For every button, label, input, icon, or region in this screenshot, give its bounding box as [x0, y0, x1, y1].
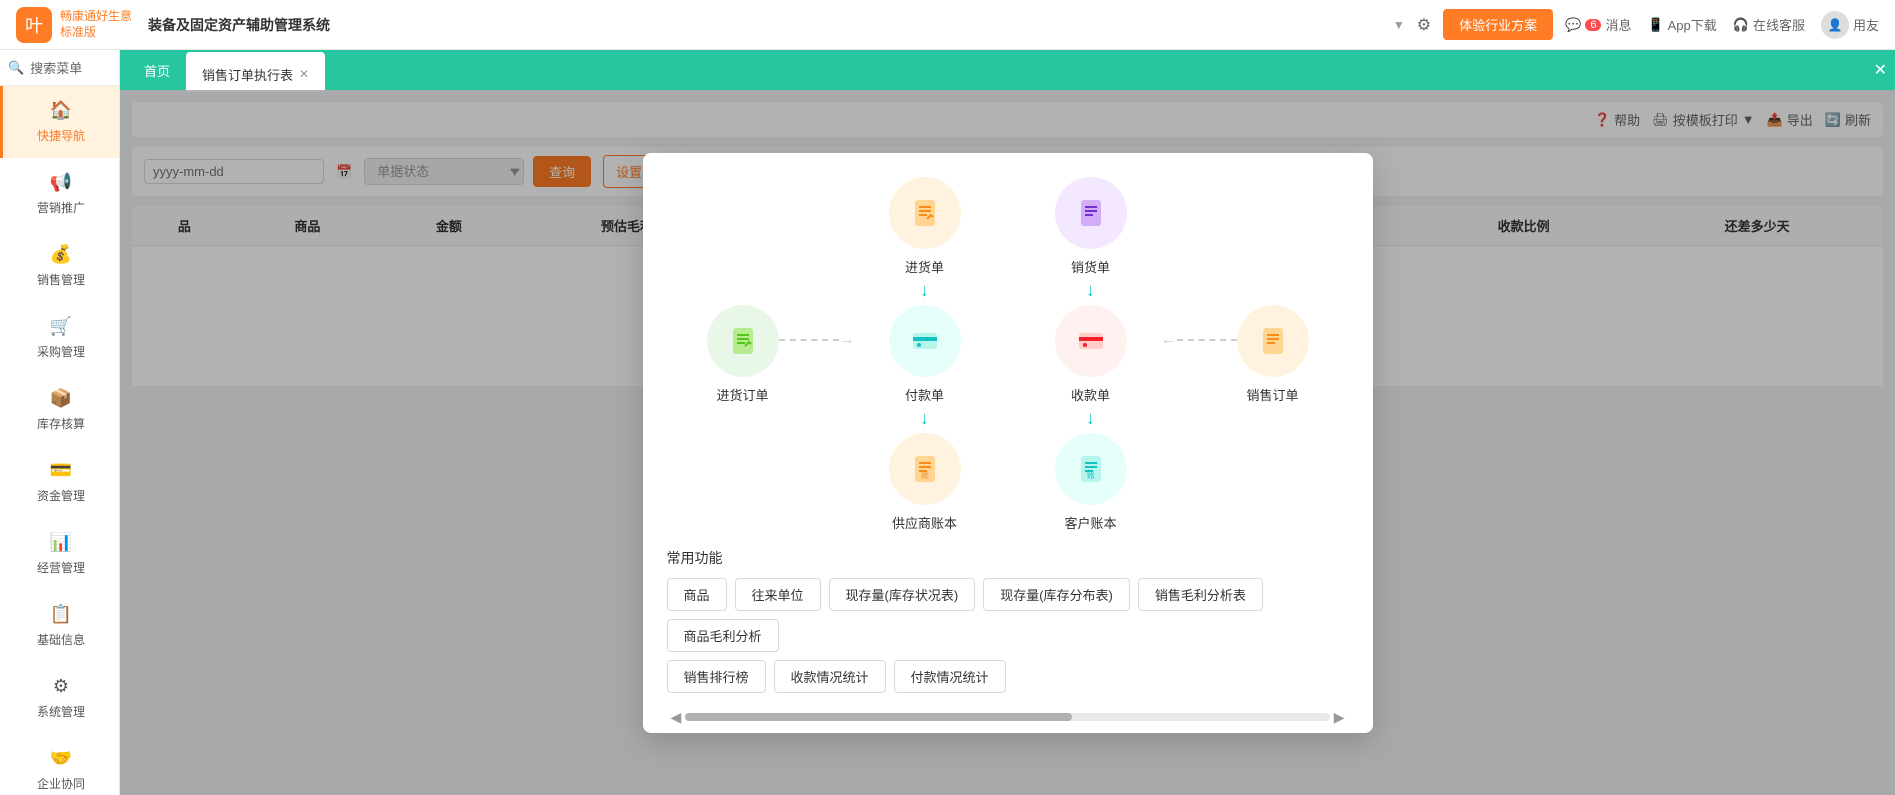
- sales-order-icon: [1237, 305, 1309, 377]
- online-service-icon: 🎧: [1733, 17, 1749, 33]
- app-container: 叶 畅康通好生意 标准版 装备及固定资产辅助管理系统 ▼ ⚙ 体验行业方案 💬 …: [0, 0, 1895, 795]
- sidebar-item-operations[interactable]: 📊 经营管理: [0, 518, 119, 590]
- system-title: 装备及固定资产辅助管理系统: [148, 15, 1381, 35]
- basic-info-icon: 📋: [50, 604, 72, 625]
- common-functions: 常用功能 商品 往来单位 现存量(库存状况表) 现存量(库存分布表) 销售毛利分…: [667, 548, 1349, 693]
- supplier-ledger-icon: 账: [889, 433, 961, 505]
- sidebar-item-marketing[interactable]: 📢 营销推广: [0, 158, 119, 230]
- flow-node-purchase-bill[interactable]: 进货单: [855, 177, 995, 276]
- settings-icon[interactable]: ⚙: [1417, 15, 1431, 35]
- scroll-right-icon[interactable]: ▶: [1330, 709, 1349, 726]
- search-icon: 🔍: [8, 60, 24, 76]
- arrow-down-sales: ↓: [1086, 280, 1095, 301]
- inventory-icon: 📦: [50, 388, 72, 409]
- tab-close-all-icon[interactable]: ✕: [1874, 60, 1887, 80]
- func-btn-payment-stats[interactable]: 付款情况统计: [894, 660, 1006, 693]
- svg-text:账: 账: [921, 471, 929, 480]
- sidebar-item-purchase[interactable]: 🛒 采购管理: [0, 302, 119, 374]
- func-btn-group-2: 销售排行榜 收款情况统计 付款情况统计: [667, 660, 1349, 693]
- flow-section: 进货订单 →: [667, 177, 1349, 532]
- flow-node-receipt[interactable]: 收款单: [1021, 305, 1161, 404]
- dropdown-arrow-icon[interactable]: ▼: [1393, 18, 1405, 32]
- func-btn-contacts[interactable]: 往来单位: [735, 578, 821, 611]
- home-icon: 🏠: [50, 100, 72, 121]
- func-btn-stock-status[interactable]: 现存量(库存状况表): [829, 578, 976, 611]
- avatar: 👤: [1821, 11, 1849, 39]
- main-layout: 🔍 搜索菜单 🏠 快捷导航 📢 营销推广 💰 销售管理 🛒 采购管理 📦: [0, 50, 1895, 795]
- receipt-icon: [1055, 305, 1127, 377]
- arrow-down-purchase: ↓: [920, 280, 929, 301]
- flow-node-purchase-order[interactable]: 进货订单: [707, 305, 779, 404]
- func-btn-product[interactable]: 商品: [667, 578, 727, 611]
- customer-ledger-icon: 账: [1055, 433, 1127, 505]
- online-service-action[interactable]: 🎧 在线客服: [1733, 15, 1805, 34]
- purchase-bill-icon: [889, 177, 961, 249]
- top-bar: 叶 畅康通好生意 标准版 装备及固定资产辅助管理系统 ▼ ⚙ 体验行业方案 💬 …: [0, 0, 1895, 50]
- tab-home[interactable]: 首页: [128, 50, 186, 90]
- func-btn-receipt-stats[interactable]: 收款情况统计: [774, 660, 886, 693]
- marketing-icon: 📢: [50, 172, 72, 193]
- func-btn-group-1: 商品 往来单位 现存量(库存状况表) 现存量(库存分布表) 销售毛利分析表 商品…: [667, 578, 1349, 652]
- flow-node-supplier-ledger[interactable]: 账 供应商账本: [855, 433, 995, 532]
- scrollbar-track[interactable]: [685, 713, 1329, 721]
- flow-node-customer-ledger[interactable]: 账 客户账本: [1021, 433, 1161, 532]
- scrollbar-row: ◀ ▶: [667, 701, 1349, 726]
- app-download-icon: 📱: [1647, 17, 1663, 33]
- arrow-down-payment: ↓: [920, 408, 929, 429]
- try-button[interactable]: 体验行业方案: [1443, 9, 1553, 40]
- svg-text:账: 账: [1087, 471, 1095, 480]
- func-btn-sales-profit[interactable]: 销售毛利分析表: [1138, 578, 1263, 611]
- func-btn-product-profit[interactable]: 商品毛利分析: [667, 619, 779, 652]
- logo-icon: 叶: [16, 7, 52, 43]
- operations-icon: 📊: [50, 532, 72, 553]
- sidebar-item-inventory[interactable]: 📦 库存核算: [0, 374, 119, 446]
- sales-bill-icon: [1055, 177, 1127, 249]
- flow-mid-purchase: 进货单 ↓ 付款单 ↓: [855, 177, 995, 532]
- tab-bar: 首页 销售订单执行表 ✕ ✕: [120, 50, 1895, 90]
- sidebar-item-sales[interactable]: 💰 销售管理: [0, 230, 119, 302]
- sales-icon: 💰: [50, 244, 72, 265]
- modal-dialog: 进货订单 →: [643, 153, 1373, 733]
- tab-sales-order-exec[interactable]: 销售订单执行表 ✕: [186, 52, 325, 92]
- sidebar-item-quick-nav[interactable]: 🏠 快捷导航: [0, 86, 119, 158]
- logo-area: 叶 畅康通好生意 标准版: [16, 7, 136, 43]
- payment-icon: [889, 305, 961, 377]
- purchase-order-icon: [707, 305, 779, 377]
- app-download-action[interactable]: 📱 App下载: [1647, 15, 1716, 34]
- sidebar: 🔍 搜索菜单 🏠 快捷导航 📢 营销推广 💰 销售管理 🛒 采购管理 📦: [0, 50, 120, 795]
- purchase-icon: 🛒: [50, 316, 72, 337]
- func-btn-sales-rank[interactable]: 销售排行榜: [667, 660, 766, 693]
- page-content: ❓ 帮助 🖨 按模板打印 ▼ 📤 导出 🔄 刷新: [120, 90, 1895, 795]
- tab-close-icon[interactable]: ✕: [299, 67, 309, 81]
- top-bar-actions: 💬 6 消息 📱 App下载 🎧 在线客服 👤 用友: [1565, 11, 1879, 39]
- common-functions-title: 常用功能: [667, 548, 1349, 568]
- arrow-down-receipt: ↓: [1086, 408, 1095, 429]
- user-action[interactable]: 👤 用友: [1821, 11, 1879, 39]
- message-action[interactable]: 💬 6 消息: [1565, 15, 1631, 34]
- flow-node-sales-order[interactable]: 销售订单: [1237, 305, 1309, 404]
- sidebar-item-system[interactable]: ⚙ 系统管理: [0, 662, 119, 734]
- sidebar-item-basic-info[interactable]: 📋 基础信息: [0, 590, 119, 662]
- flow-node-payment[interactable]: 付款单: [855, 305, 995, 404]
- modal-overlay[interactable]: 进货订单 →: [120, 90, 1895, 795]
- sidebar-item-enterprise[interactable]: 🤝 企业协同: [0, 734, 119, 795]
- enterprise-icon: 🤝: [50, 748, 72, 769]
- message-badge: 6: [1585, 19, 1601, 31]
- flow-node-sales-bill[interactable]: 销货单: [1021, 177, 1161, 276]
- logo-text: 畅康通好生意 标准版: [60, 9, 132, 40]
- message-icon: 💬: [1565, 17, 1581, 33]
- func-btn-stock-dist[interactable]: 现存量(库存分布表): [983, 578, 1130, 611]
- flow-mid-sales: 销货单 ↓ 收款单 ↓: [1021, 177, 1161, 532]
- search-menu[interactable]: 🔍 搜索菜单: [0, 50, 119, 86]
- system-icon: ⚙: [53, 676, 69, 697]
- content-area: 首页 销售订单执行表 ✕ ✕ ❓ 帮助 🖨 按: [120, 50, 1895, 795]
- finance-icon: 💳: [50, 460, 72, 481]
- sidebar-item-finance[interactable]: 💳 资金管理: [0, 446, 119, 518]
- scroll-left-icon[interactable]: ◀: [667, 709, 686, 726]
